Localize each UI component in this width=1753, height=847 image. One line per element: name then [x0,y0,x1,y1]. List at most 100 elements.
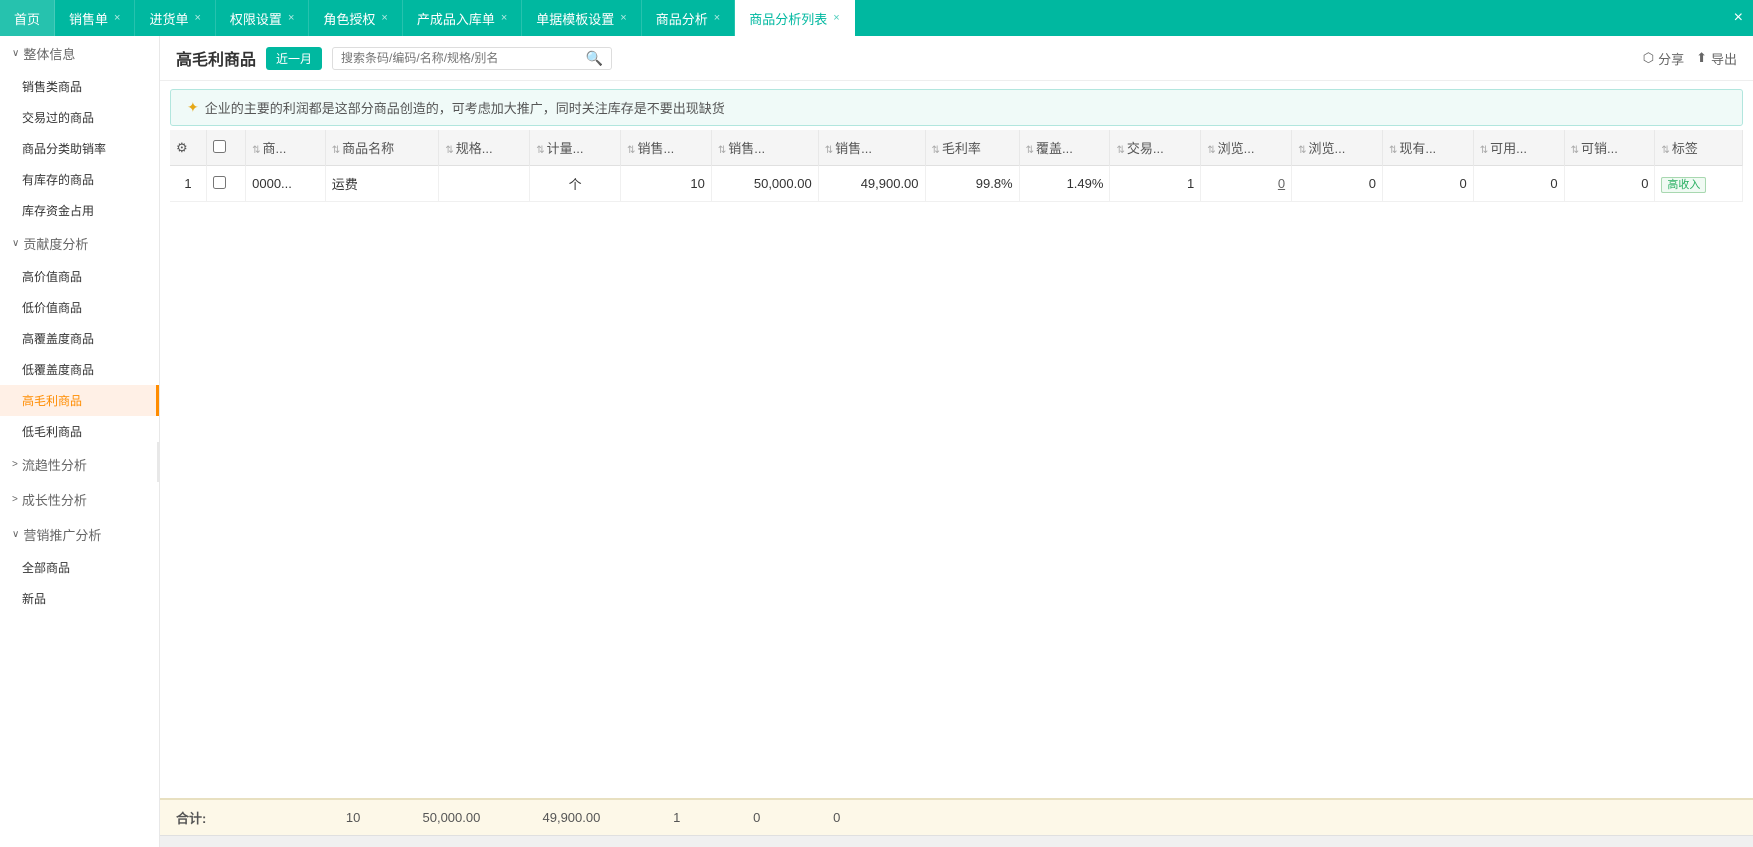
close-tab-icon[interactable]: × [833,12,839,24]
sidebar-group: ∨贡献度分析高价值商品低价值商品高覆盖度商品低覆盖度商品高毛利商品低毛利商品 [0,226,159,447]
close-tab-icon[interactable]: × [714,12,720,24]
cell-transaction: 1 [1110,166,1201,202]
col-header-code[interactable]: ⇅商... [246,130,326,166]
sidebar-item-交易过的商品[interactable]: 交易过的商品 [0,102,159,133]
sidebar-collapse-btn[interactable]: « [157,442,160,482]
sidebar-group-title[interactable]: ∨贡献度分析 [0,226,159,261]
sidebar-group-title[interactable]: >流趋性分析 [0,447,159,482]
col-header-available[interactable]: ⇅可用... [1473,130,1564,166]
sidebar-item-低价值商品[interactable]: 低价值商品 [0,292,159,323]
close-tab-icon[interactable]: × [288,12,294,24]
sidebar-item-销售类商品[interactable]: 销售类商品 [0,71,159,102]
col-header-coverage[interactable]: ⇅覆盖... [1019,130,1110,166]
col-header-name[interactable]: ⇅商品名称 [325,130,439,166]
row-checkbox[interactable] [213,176,226,189]
col-label: 商... [263,141,287,156]
sidebar-group-title[interactable]: > 成长性分析 [0,482,159,517]
export-btn[interactable]: ⬆ 导出 [1696,49,1737,68]
search-input[interactable] [341,51,586,65]
footer-current: 0 [686,810,766,825]
nav-item-商品分析[interactable]: 商品分析× [642,0,735,36]
tip-text: 企业的主要的利润都是这部分商品创造的，可考虑加大推广，同时关注库存是不要出现缺货 [205,98,725,117]
col-label: 销售... [728,141,765,156]
select-all-checkbox[interactable] [213,140,226,153]
col-label: 销售... [637,141,674,156]
col-header-salesQty[interactable]: ⇅销售... [621,130,712,166]
cell-current: 0 [1382,166,1473,202]
horizontal-scrollbar[interactable] [160,835,1753,847]
close-tab-icon[interactable]: × [194,12,200,24]
share-icon: ⬡ [1643,50,1654,66]
sidebar-item-低毛利商品[interactable]: 低毛利商品 [0,416,159,447]
nav-item-角色授权[interactable]: 角色授权× [309,0,402,36]
chevron-right-icon: > [12,459,18,470]
view-link[interactable]: 0 [1278,176,1285,191]
sidebar-group: > 成长性分析 [0,482,159,517]
nav-item-首页[interactable]: 首页 [0,0,55,36]
chevron-right-icon: > [12,494,18,505]
nav-item-产成品入库单[interactable]: 产成品入库单× [403,0,522,36]
sidebar-item-全部商品[interactable]: 全部商品 [0,552,159,583]
search-box: 🔍 [332,47,612,70]
footer-salesqty: 10 [246,810,366,825]
col-header-transaction[interactable]: ⇅交易... [1110,130,1201,166]
sidebar-group-title[interactable]: ∨整体信息 [0,36,159,71]
info-tip-banner: ✦ 企业的主要的利润都是这部分商品创造的，可考虑加大推广，同时关注库存是不要出现… [170,89,1743,126]
chevron-down-icon: ∨ [12,529,19,540]
close-tab-icon[interactable]: × [501,12,507,24]
col-label: 毛利率 [942,141,981,156]
search-icon[interactable]: 🔍 [586,50,603,67]
cell-coverage: 1.49% [1019,166,1110,202]
close-tab-icon[interactable]: × [114,12,120,24]
sidebar-group-title[interactable]: ∨ 营销推广分析 [0,517,159,552]
sidebar-item-新品[interactable]: 新品 [0,583,159,614]
sidebar-item-有库存的商品[interactable]: 有库存的商品 [0,164,159,195]
col-header-tag[interactable]: ⇅标签 [1655,130,1743,166]
cell-code: 0000... [246,166,326,202]
sidebar-item-高价值商品[interactable]: 高价值商品 [0,261,159,292]
close-tab-icon[interactable]: × [620,12,626,24]
footer-available: 0 [766,810,846,825]
share-btn[interactable]: ⬡ 分享 [1643,49,1684,68]
close-tab-icon[interactable]: × [381,12,387,24]
sort-icon: ⇅ [1026,145,1034,156]
col-header-grossRate[interactable]: ⇅毛利率 [925,130,1019,166]
filter-recent-btn[interactable]: 近一月 [266,47,322,70]
product-tag: 高收入 [1661,177,1706,193]
col-header-saleable[interactable]: ⇅可销... [1564,130,1655,166]
sort-icon: ⇅ [718,145,726,156]
nav-item-商品分析列表[interactable]: 商品分析列表× [735,0,854,36]
sidebar-item-低覆盖度商品[interactable]: 低覆盖度商品 [0,354,159,385]
nav-item-进货单[interactable]: 进货单× [135,0,215,36]
col-header-checkbox[interactable] [206,130,245,166]
col-header-view2[interactable]: ⇅浏览... [1292,130,1383,166]
sort-icon: ⇅ [932,145,940,156]
col-header-view1[interactable]: ⇅浏览... [1201,130,1292,166]
cell-name: 运费 [325,166,439,202]
col-header-settings[interactable]: ⚙ [170,130,206,166]
sidebar-group-label: 营销推广分析 [23,525,101,544]
share-label: 分享 [1658,49,1684,68]
sort-icon: ⇅ [1661,145,1669,156]
col-label: 计量... [547,141,584,156]
chevron-down-icon: ∨ [12,238,19,249]
col-header-salesCost[interactable]: ⇅销售... [818,130,925,166]
sidebar-item-商品分类助销率[interactable]: 商品分类助销率 [0,133,159,164]
cell-available: 0 [1473,166,1564,202]
col-header-spec[interactable]: ⇅规格... [439,130,530,166]
cell-view2: 0 [1292,166,1383,202]
nav-item-权限设置[interactable]: 权限设置× [216,0,309,36]
sidebar-item-高覆盖度商品[interactable]: 高覆盖度商品 [0,323,159,354]
nav-item-销售单[interactable]: 销售单× [55,0,135,36]
sidebar-item-高毛利商品[interactable]: 高毛利商品 [0,385,159,416]
sidebar-item-库存资金占用[interactable]: 库存资金占用 [0,195,159,226]
col-header-current[interactable]: ⇅现有... [1382,130,1473,166]
close-all-tabs-btn[interactable]: × [1724,9,1753,27]
col-header-salesAmt[interactable]: ⇅销售... [711,130,818,166]
nav-item-单据模板设置[interactable]: 单据模板设置× [522,0,641,36]
col-header-unit[interactable]: ⇅计量... [530,130,621,166]
sidebar-group-label: 成长性分析 [22,490,87,509]
product-table: ⚙⇅商...⇅商品名称⇅规格...⇅计量...⇅销售...⇅销售...⇅销售..… [170,130,1743,202]
main-layout: « ∨整体信息销售类商品交易过的商品商品分类助销率有库存的商品库存资金占用∨贡献… [0,36,1753,847]
top-nav-bar: 首页销售单×进货单×权限设置×角色授权×产成品入库单×单据模板设置×商品分析×商… [0,0,1753,36]
